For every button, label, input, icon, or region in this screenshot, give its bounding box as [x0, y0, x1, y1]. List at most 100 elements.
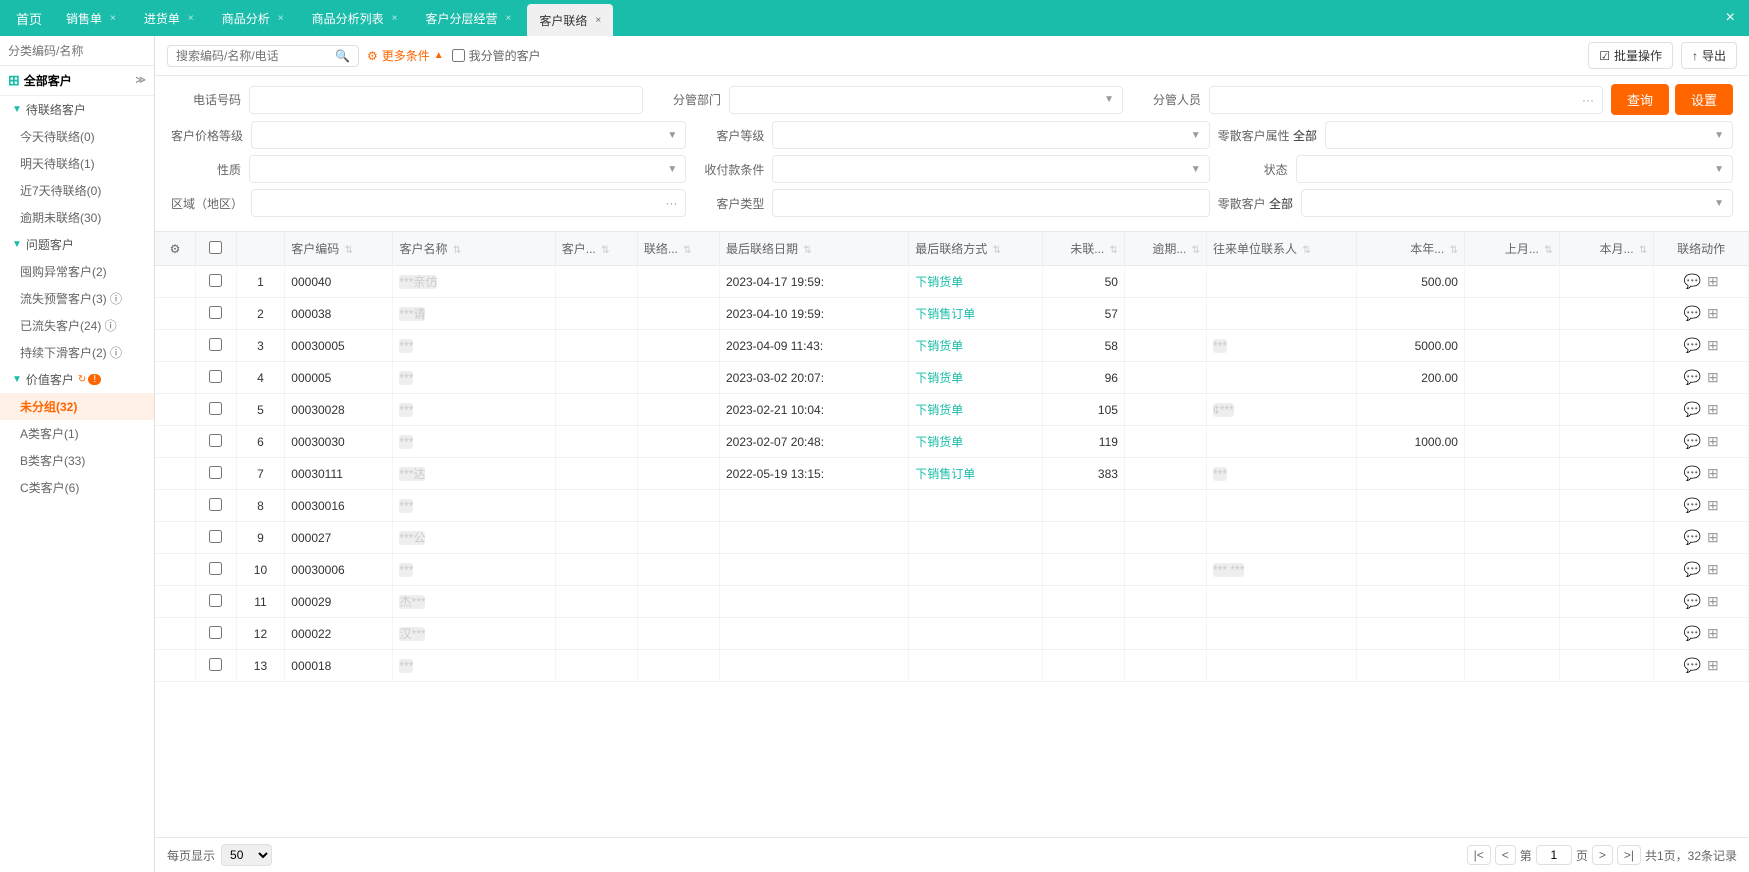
row-check-cell[interactable] — [196, 490, 237, 522]
contact-method-link[interactable]: 下销售订单 — [915, 467, 975, 481]
chat-icon[interactable]: 💬 — [1684, 273, 1701, 290]
col-last-month[interactable]: 上月... ⇅ — [1464, 232, 1559, 266]
nav-product-analysis-tab[interactable]: 商品分析 × — [210, 3, 296, 33]
grid-icon[interactable]: ⊞ — [1707, 529, 1719, 546]
row-method-cell[interactable] — [909, 618, 1043, 650]
contact-method-link[interactable]: 下销售订单 — [915, 307, 975, 321]
nav-customer-segment-tab[interactable]: 客户分层经营 × — [413, 3, 523, 33]
row-method-cell[interactable] — [909, 490, 1043, 522]
row-method-cell[interactable] — [909, 522, 1043, 554]
sidebar-item-class-a[interactable]: A类客户(1) — [0, 420, 154, 447]
close-purchase-tab[interactable]: × — [188, 13, 194, 24]
grid-icon[interactable]: ⊞ — [1707, 433, 1719, 450]
row-checkbox[interactable] — [209, 530, 222, 543]
col-overdue[interactable]: 逾期... ⇅ — [1124, 232, 1206, 266]
window-close-button[interactable]: × — [1720, 7, 1741, 29]
sidebar-item-ungrouped[interactable]: 未分组(32) — [0, 393, 154, 420]
close-customer-segment-tab[interactable]: × — [505, 13, 511, 24]
filter-search-box[interactable]: 🔍 — [167, 45, 359, 67]
chat-icon[interactable]: 💬 — [1684, 433, 1701, 450]
sidebar-item-today-pending[interactable]: 今天待联络(0) — [0, 123, 154, 150]
chat-icon[interactable]: 💬 — [1684, 625, 1701, 642]
filter-retail-customer-input[interactable]: ▼ — [1301, 189, 1733, 217]
row-check-cell[interactable] — [196, 458, 237, 490]
filter-status-input[interactable]: ▼ — [1296, 155, 1733, 183]
col-settings[interactable]: ⚙ — [155, 232, 196, 266]
page-size-select[interactable]: 50 100 200 — [221, 844, 272, 866]
row-checkbox[interactable] — [209, 338, 222, 351]
chat-icon[interactable]: 💬 — [1684, 305, 1701, 322]
col-method[interactable]: 最后联络方式 ⇅ — [909, 232, 1043, 266]
sidebar-item-churn-warning[interactable]: 流失预警客户(3) ⓘ — [0, 285, 154, 312]
sidebar-item-declining[interactable]: 持续下滑客户(2) ⓘ — [0, 339, 154, 366]
row-checkbox[interactable] — [209, 306, 222, 319]
row-checkbox[interactable] — [209, 594, 222, 607]
grid-icon[interactable]: ⊞ — [1707, 561, 1719, 578]
my-customers-checkbox-label[interactable]: 我分管的客户 — [452, 47, 541, 64]
sidebar-all-customers[interactable]: ⊞ 全部客户 ≫ — [0, 66, 154, 96]
batch-ops-button[interactable]: ☑ 批量操作 — [1588, 42, 1673, 69]
sidebar-item-tomorrow-pending[interactable]: 明天待联络(1) — [0, 150, 154, 177]
sidebar-item-7day-pending[interactable]: 近7天待联络(0) — [0, 177, 154, 204]
chat-icon[interactable]: 💬 — [1684, 497, 1701, 514]
row-check-cell[interactable] — [196, 394, 237, 426]
select-all-checkbox[interactable] — [209, 241, 222, 254]
filter-dept-input[interactable]: ▼ — [729, 86, 1123, 114]
sidebar-search-input[interactable] — [8, 44, 155, 58]
row-check-cell[interactable] — [196, 426, 237, 458]
row-checkbox[interactable] — [209, 498, 222, 511]
contact-method-link[interactable]: 下销货单 — [915, 403, 963, 417]
sidebar-group-problem[interactable]: ▼ 问题客户 — [0, 231, 154, 258]
filter-phone-input[interactable] — [249, 86, 643, 114]
page-number-input[interactable] — [1536, 845, 1572, 865]
grid-icon[interactable]: ⊞ — [1707, 273, 1719, 290]
col-name[interactable]: 客户名称 ⇅ — [393, 232, 555, 266]
row-check-cell[interactable] — [196, 298, 237, 330]
chat-icon[interactable]: 💬 — [1684, 593, 1701, 610]
contact-method-link[interactable]: 下销货单 — [915, 371, 963, 385]
row-check-cell[interactable] — [196, 522, 237, 554]
col-year[interactable]: 本年... ⇅ — [1356, 232, 1464, 266]
row-checkbox[interactable] — [209, 626, 222, 639]
sidebar-group-pending[interactable]: ▼ 待联络客户 — [0, 96, 154, 123]
filter-payment-input[interactable]: ▼ — [772, 155, 1209, 183]
prev-page-button[interactable]: < — [1495, 845, 1516, 865]
sidebar-item-churned[interactable]: 已流失客户(24) ⓘ — [0, 312, 154, 339]
chat-icon[interactable]: 💬 — [1684, 561, 1701, 578]
nav-sales-tab[interactable]: 销售单 × — [54, 3, 128, 33]
filter-customer-type-input[interactable] — [772, 189, 1209, 217]
row-check-cell[interactable] — [196, 362, 237, 394]
row-checkbox[interactable] — [209, 402, 222, 415]
contact-method-link[interactable]: 下销货单 — [915, 339, 963, 353]
col-date[interactable]: 最后联络日期 ⇅ — [719, 232, 908, 266]
row-method-cell[interactable]: 下销售订单 — [909, 298, 1043, 330]
next-page-button[interactable]: > — [1592, 845, 1613, 865]
filter-more-button[interactable]: ⚙ 更多条件 ▲ — [367, 47, 444, 64]
col-days[interactable]: 未联... ⇅ — [1042, 232, 1124, 266]
row-method-cell[interactable] — [909, 586, 1043, 618]
row-method-cell[interactable]: 下销货单 — [909, 394, 1043, 426]
col-this-month[interactable]: 本月... ⇅ — [1559, 232, 1654, 266]
col-check[interactable] — [196, 232, 237, 266]
row-checkbox[interactable] — [209, 434, 222, 447]
filter-customer-level-input[interactable]: ▼ — [772, 121, 1209, 149]
nav-purchase-tab[interactable]: 进货单 × — [132, 3, 206, 33]
row-method-cell[interactable]: 下销货单 — [909, 426, 1043, 458]
row-check-cell[interactable] — [196, 266, 237, 298]
grid-icon[interactable]: ⊞ — [1707, 497, 1719, 514]
sidebar-item-overdue-pending[interactable]: 逾期未联络(30) — [0, 204, 154, 231]
nav-home-tab[interactable]: 首页 — [8, 5, 50, 32]
row-checkbox[interactable] — [209, 466, 222, 479]
row-method-cell[interactable] — [909, 650, 1043, 682]
chat-icon[interactable]: 💬 — [1684, 369, 1701, 386]
sidebar-item-hoarding-abnormal[interactable]: 囤购异常客户(2) — [0, 258, 154, 285]
sidebar-group-value[interactable]: ▼ 价值客户 ↻ ! — [0, 366, 154, 393]
row-method-cell[interactable]: 下销货单 — [909, 266, 1043, 298]
row-check-cell[interactable] — [196, 554, 237, 586]
grid-icon[interactable]: ⊞ — [1707, 401, 1719, 418]
row-method-cell[interactable]: 下销售订单 — [909, 458, 1043, 490]
row-checkbox[interactable] — [209, 274, 222, 287]
grid-icon[interactable]: ⊞ — [1707, 465, 1719, 482]
nav-customer-contact-tab[interactable]: 客户联络 × — [527, 4, 613, 36]
close-customer-contact-tab[interactable]: × — [595, 15, 601, 26]
